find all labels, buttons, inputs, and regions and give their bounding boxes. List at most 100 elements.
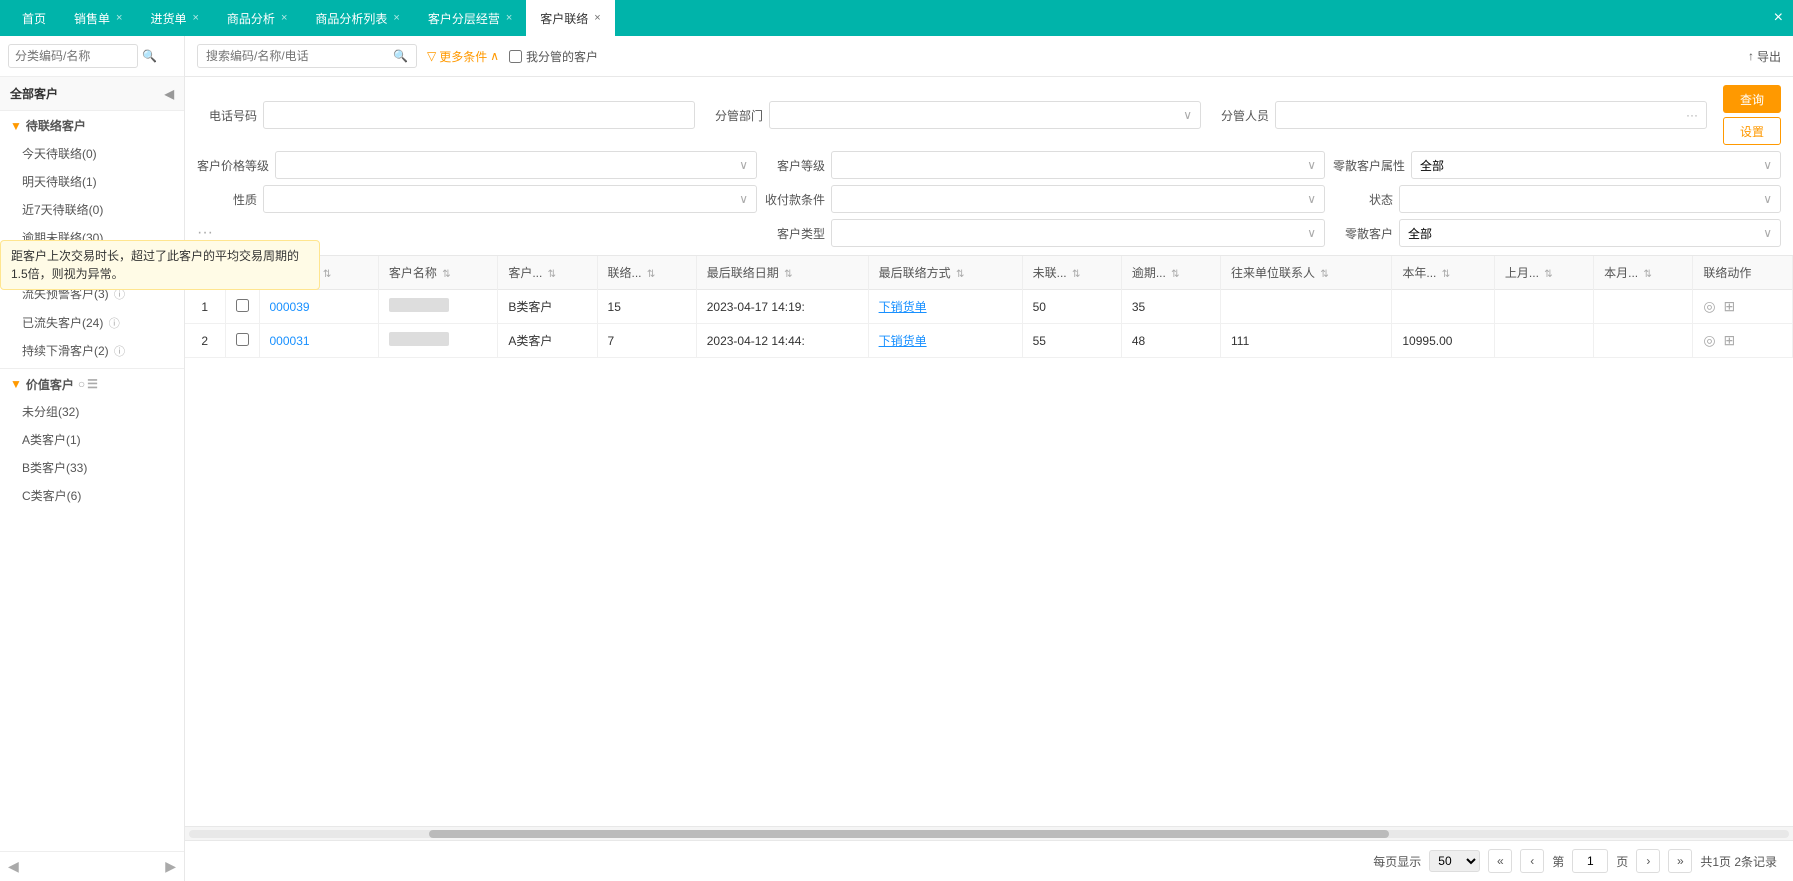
table-header-row: ⚙ 客户编码 ⇅ 客户名称 ⇅ [185,256,1793,290]
pending-contact-group[interactable]: ▼ 待联络客户 [0,111,184,140]
row-select-checkbox[interactable] [236,299,249,312]
sidebar-item-tomorrow[interactable]: 明天待联络(1) [0,168,184,196]
sidebar-item-lost-actual[interactable]: 已流失客户(24) ⓘ [0,309,184,338]
retail-select[interactable]: 全部 ∨ [1399,219,1781,247]
horizontal-scrollbar[interactable] [185,826,1793,840]
sidebar-item-declining[interactable]: 持续下滑客户(2) ⓘ [0,337,184,366]
retail-attr-select[interactable]: 全部 ∨ [1411,151,1781,179]
edit-icon[interactable]: ○ [78,377,85,391]
chevron-down-icon: ∨ [1307,192,1316,206]
tab-customer-contact[interactable]: 客户联络 × [526,0,614,36]
th-unpaid[interactable]: 未联... ⇅ [1022,256,1121,290]
close-icon[interactable]: × [116,12,122,24]
row-select-checkbox[interactable] [236,333,249,346]
category-search-input[interactable] [8,44,138,68]
th-name[interactable]: 客户名称 ⇅ [378,256,497,290]
info-icon: ⓘ [114,289,125,301]
sort-icon: ⇅ [548,269,556,280]
phone-input[interactable] [263,101,695,129]
sidebar-item-class-c[interactable]: C类客户(6) [0,482,184,510]
collapse-icon[interactable]: ◀ [165,87,174,101]
sidebar-item-today[interactable]: 今天待联络(0) [0,140,184,168]
close-icon[interactable]: × [594,12,600,24]
close-icon[interactable]: × [281,12,287,24]
th-type[interactable]: 客户... ⇅ [498,256,597,290]
price-level-select[interactable]: ∨ [275,151,757,179]
main-layout: 🔍 全部客户 ◀ ▼ 待联络客户 今天待联络(0) 明天待联络(1) 近7天待联… [0,36,1793,881]
more-conditions-button[interactable]: ▽ 更多条件 ∧ [427,48,499,65]
prev-page-button[interactable]: ‹ [1520,849,1544,873]
tab-customer-tier[interactable]: 客户分层经营 × [414,0,526,36]
row-type: B类客户 [498,290,597,324]
customer-type-select[interactable]: ∨ [831,219,1325,247]
status-select[interactable]: ∨ [1399,185,1781,213]
close-icon[interactable]: × [393,12,399,24]
tab-analysis-list[interactable]: 商品分析列表 × [301,0,413,36]
settings-icon[interactable]: ☰ [87,377,98,391]
gender-field: 性质 ∨ [197,185,757,213]
next-arrow-icon[interactable]: ▶ [165,858,176,875]
th-last-month[interactable]: 上月... ⇅ [1494,256,1593,290]
contact-icon[interactable]: ◎ [1703,298,1715,315]
table-row: 1 000039 B类客户 15 2023-04-17 14:19: 下销货单 … [185,290,1793,324]
dept-select[interactable]: ∨ [769,101,1201,129]
more-icon[interactable]: ⊞ [1724,298,1736,315]
my-customers-check[interactable] [509,50,522,63]
row-name[interactable] [378,290,497,324]
customer-level-select[interactable]: ∨ [831,151,1325,179]
settings-button[interactable]: 设置 [1723,117,1781,145]
query-button[interactable]: 查询 [1723,85,1781,113]
row-code[interactable]: 000039 [259,290,378,324]
row-last-contact-method[interactable]: 下销货单 [868,290,1022,324]
more-icon[interactable]: ⊞ [1724,332,1736,349]
payment-select[interactable]: ∨ [831,185,1325,213]
close-all-button[interactable]: × [1774,9,1783,27]
first-page-button[interactable]: « [1488,849,1512,873]
row-checkbox[interactable] [225,290,259,324]
row-actions[interactable]: ◎ ⊞ [1693,290,1793,324]
row-this-month [1594,324,1693,358]
th-this-year[interactable]: 本年... ⇅ [1392,256,1495,290]
row-overdue: 48 [1121,324,1220,358]
row-checkbox[interactable] [225,324,259,358]
per-page-select[interactable]: 20 50 100 [1429,850,1480,872]
row-name[interactable] [378,324,497,358]
tab-purchase[interactable]: 进货单 × [136,0,212,36]
row-last-contact-method[interactable]: 下销货单 [868,324,1022,358]
sidebar-item-7days[interactable]: 近7天待联络(0) [0,196,184,224]
th-last-contact-method[interactable]: 最后联络方式 ⇅ [868,256,1022,290]
gender-select[interactable]: ∨ [263,185,757,213]
person-select[interactable]: ··· [1275,101,1707,129]
row-code[interactable]: 000031 [259,324,378,358]
th-last-contact-date[interactable]: 最后联络日期 ⇅ [696,256,868,290]
contact-icon[interactable]: ◎ [1703,332,1715,349]
close-icon[interactable]: × [192,12,198,24]
tab-home[interactable]: 首页 [8,0,60,36]
main-search-box: 🔍 [197,44,417,68]
page-input[interactable] [1572,849,1608,873]
sidebar-item-class-a[interactable]: A类客户(1) [0,426,184,454]
th-this-month[interactable]: 本月... ⇅ [1594,256,1693,290]
search-icon[interactable]: 🔍 [142,49,157,63]
prev-arrow-icon[interactable]: ◀ [8,858,19,875]
th-overdue[interactable]: 逾期... ⇅ [1121,256,1220,290]
th-contacts[interactable]: 往来单位联系人 ⇅ [1221,256,1392,290]
scroll-thumb[interactable] [429,830,1389,838]
close-icon[interactable]: × [506,12,512,24]
main-search-icon[interactable]: 🔍 [393,49,408,63]
th-contact[interactable]: 联络... ⇅ [597,256,696,290]
row-actions[interactable]: ◎ ⊞ [1693,324,1793,358]
all-customers-header[interactable]: 全部客户 ◀ [0,77,184,111]
sidebar-item-unclassified[interactable]: 未分组(32) [0,398,184,426]
export-button[interactable]: ↑ 导出 [1748,48,1781,65]
next-page-button[interactable]: › [1636,849,1660,873]
my-customers-checkbox[interactable]: 我分管的客户 [509,48,598,65]
page-label: 第 [1552,853,1564,870]
scroll-track[interactable] [189,830,1789,838]
last-page-button[interactable]: » [1668,849,1692,873]
sidebar-item-class-b[interactable]: B类客户(33) [0,454,184,482]
tab-sales[interactable]: 销售单 × [60,0,136,36]
row-unpaid: 55 [1022,324,1121,358]
tab-analysis[interactable]: 商品分析 × [213,0,301,36]
main-search-input[interactable] [206,49,393,63]
